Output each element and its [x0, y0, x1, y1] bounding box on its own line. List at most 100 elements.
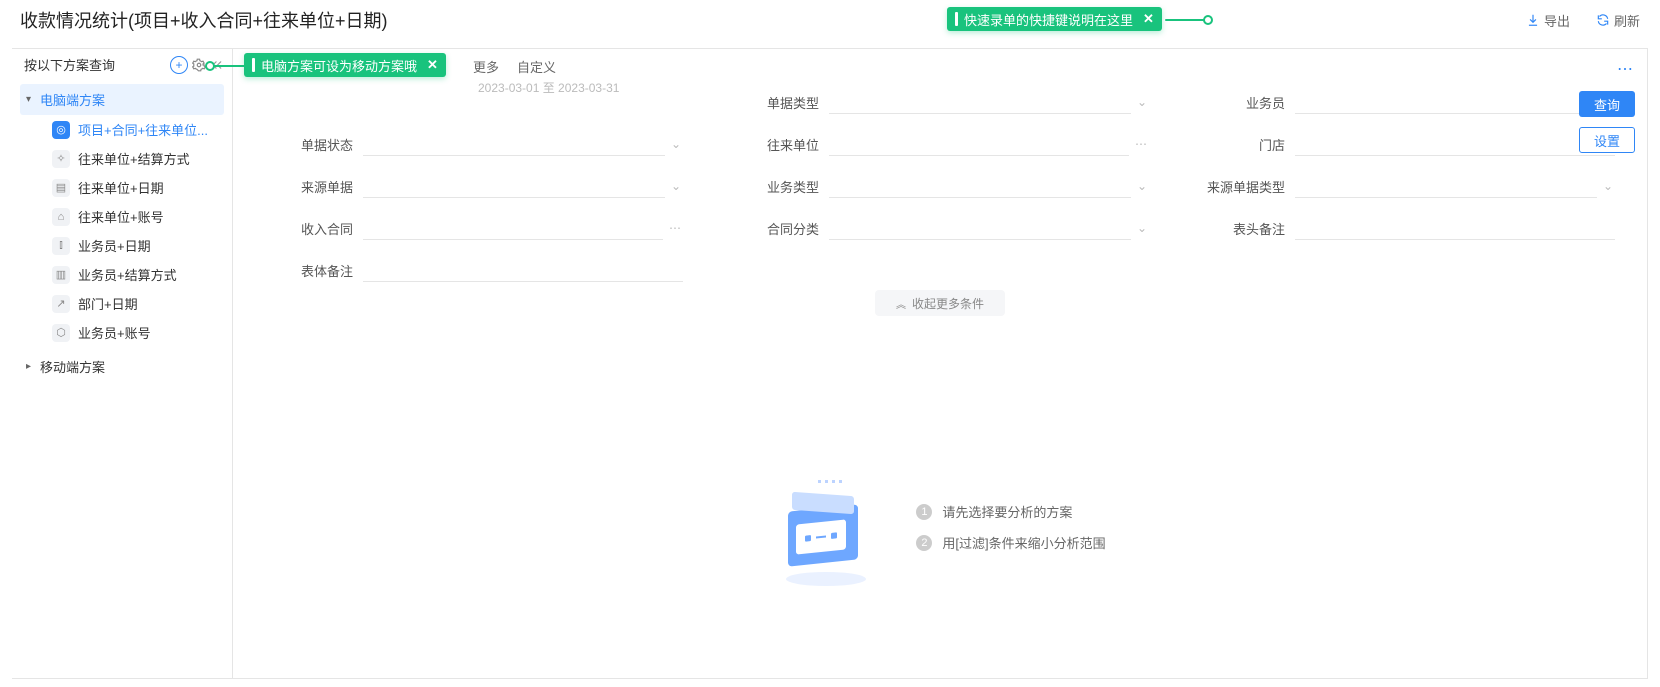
empty-state: 1 请先选择要分析的方案 2 用[过滤]条件来缩小分析范围 — [774, 472, 1105, 582]
sidebar-title: 按以下方案查询 — [24, 55, 115, 74]
filter-source-doc-type: 来源单据类型 ⌄ — [1197, 174, 1615, 198]
hint-accent-bar — [955, 12, 958, 26]
tree-item-2[interactable]: ▤ 往来单位+日期 — [20, 173, 224, 202]
filter-contract-class: 合同分类 ⌄ — [731, 216, 1149, 240]
hint-scheme-close-icon[interactable]: ✕ — [427, 57, 438, 73]
plus-icon: + — [175, 58, 182, 72]
hint-dot — [1203, 15, 1213, 25]
contract-class-input[interactable] — [829, 216, 1131, 240]
body-remark-input[interactable] — [363, 258, 683, 282]
filter-doc-status: 单据状态 ⌄ — [265, 132, 683, 156]
doc-status-input[interactable] — [363, 132, 665, 156]
target-icon: ◎ — [52, 121, 70, 139]
field-label: 单据类型 — [731, 93, 825, 112]
field-label: 表头备注 — [1197, 219, 1291, 238]
main: 更多 自定义 2023-03-01 至 2023-03-31 ⋯ 查询 设置 单… — [233, 48, 1648, 679]
salesperson-input[interactable] — [1295, 90, 1595, 114]
tree-item-3[interactable]: ⌂ 往来单位+账号 — [20, 202, 224, 231]
filter-income-contract: 收入合同 ⋯ — [265, 216, 683, 240]
hint-scheme-text: 电脑方案可设为移动方案哦 — [261, 56, 417, 75]
tree-group-label: 电脑端方案 — [40, 90, 105, 109]
field-label: 合同分类 — [731, 219, 825, 238]
page-title: 收款情况统计(项目+收入合同+往来单位+日期) — [20, 7, 388, 33]
tree-item-4[interactable]: ⫾ 业务员+日期 — [20, 231, 224, 260]
field-label: 往来单位 — [731, 135, 825, 154]
partner-input[interactable] — [829, 132, 1129, 156]
header-actions: 导出 刷新 — [1526, 11, 1640, 30]
tree-item-0[interactable]: ◎ 项目+合同+往来单位... — [20, 115, 224, 144]
export-icon — [1526, 13, 1540, 27]
more-icon[interactable]: ⋯ — [1617, 59, 1635, 79]
income-contract-input[interactable] — [363, 216, 663, 240]
grid-icon: ▥ — [52, 266, 70, 284]
empty-step-2: 2 用[过滤]条件来缩小分析范围 — [916, 533, 1105, 552]
source-doc-input[interactable] — [363, 174, 665, 198]
tab-custom[interactable]: 自定义 — [517, 57, 556, 76]
hint-shortcuts-close-icon[interactable]: ✕ — [1143, 11, 1154, 27]
collapse-filters-button[interactable]: ︽ 收起更多条件 — [875, 290, 1005, 316]
field-label: 收入合同 — [265, 219, 359, 238]
sidebar: 按以下方案查询 + ▾ 电脑端方案 ◎ 项目+合同+往来单位... — [12, 48, 233, 679]
tree-item-label: 往来单位+结算方式 — [78, 149, 190, 168]
biz-type-input[interactable] — [829, 174, 1131, 198]
more-dots-icon[interactable]: ⋯ — [667, 221, 683, 235]
tree-group-desktop[interactable]: ▾ 电脑端方案 — [20, 84, 224, 115]
filter-salesperson: 业务员 ⋯ — [1197, 90, 1615, 114]
filter-header-remark: 表头备注 — [1197, 216, 1615, 240]
settings-button[interactable]: 设置 — [1579, 127, 1635, 153]
field-label: 来源单据类型 — [1197, 177, 1291, 196]
sidebar-tree: ▾ 电脑端方案 ◎ 项目+合同+往来单位... ✧ 往来单位+结算方式 ▤ 往来… — [12, 80, 232, 386]
more-dots-icon[interactable]: ⋯ — [1133, 137, 1149, 151]
tab-more[interactable]: 更多 — [473, 57, 499, 76]
empty-steps: 1 请先选择要分析的方案 2 用[过滤]条件来缩小分析范围 — [916, 502, 1105, 552]
body: 按以下方案查询 + ▾ 电脑端方案 ◎ 项目+合同+往来单位... — [0, 40, 1660, 687]
filter-store: 门店 — [1197, 132, 1615, 156]
doc-type-input[interactable] — [829, 90, 1131, 114]
cube-icon: ⬡ — [52, 324, 70, 342]
tree-item-1[interactable]: ✧ 往来单位+结算方式 — [20, 144, 224, 173]
tree-item-label: 往来单位+日期 — [78, 178, 164, 197]
field-label: 业务员 — [1197, 93, 1291, 112]
chevron-right-icon: ▸ — [26, 361, 36, 372]
tree-item-5[interactable]: ▥ 业务员+结算方式 — [20, 260, 224, 289]
export-label: 导出 — [1544, 11, 1570, 30]
card-icon: ▤ — [52, 179, 70, 197]
hint-accent-bar — [252, 58, 255, 72]
field-label: 单据状态 — [265, 135, 359, 154]
chevron-down-icon[interactable]: ⌄ — [1601, 179, 1615, 193]
filters: 单据类型 ⌄ 业务员 ⋯ 单据状态 ⌄ 往来单位 — [233, 76, 1647, 290]
sparkle-icon — [818, 480, 842, 483]
page-header: 收款情况统计(项目+收入合同+往来单位+日期) 导出 刷新 快速录单的快捷键说明… — [0, 0, 1660, 40]
gear-icon[interactable] — [192, 58, 206, 72]
chevron-down-icon[interactable]: ⌄ — [669, 179, 683, 193]
tree-group-mobile[interactable]: ▸ 移动端方案 — [20, 351, 224, 382]
date-range-value: 2023-03-01 至 2023-03-31 — [478, 79, 619, 96]
refresh-button[interactable]: 刷新 — [1596, 11, 1640, 30]
tree-item-label: 业务员+账号 — [78, 323, 151, 342]
hint-connector — [1165, 19, 1205, 21]
export-button[interactable]: 导出 — [1526, 11, 1570, 30]
hint-dot — [205, 61, 215, 71]
chevron-down-icon[interactable]: ⌄ — [1135, 179, 1149, 193]
source-doc-type-input[interactable] — [1295, 174, 1597, 198]
tree-item-7[interactable]: ⬡ 业务员+账号 — [20, 318, 224, 347]
step-text: 请先选择要分析的方案 — [942, 502, 1072, 521]
tree-item-6[interactable]: ↗ 部门+日期 — [20, 289, 224, 318]
query-button[interactable]: 查询 — [1579, 91, 1635, 117]
trend-icon: ↗ — [52, 295, 70, 313]
add-scheme-button[interactable]: + — [170, 56, 188, 74]
field-label: 来源单据 — [265, 177, 359, 196]
chevron-down-icon[interactable]: ⌄ — [669, 137, 683, 151]
filter-doc-type: 单据类型 ⌄ — [731, 90, 1149, 114]
sparkle-icon: ✧ — [52, 150, 70, 168]
refresh-label: 刷新 — [1614, 11, 1640, 30]
store-input[interactable] — [1295, 132, 1615, 156]
hint-shortcuts: 快速录单的快捷键说明在这里 ✕ — [947, 7, 1162, 31]
hint-shortcuts-text: 快速录单的快捷键说明在这里 — [964, 10, 1133, 29]
header-remark-input[interactable] — [1295, 216, 1615, 240]
filter-source-doc: 来源单据 ⌄ — [265, 174, 683, 198]
chevron-down-icon[interactable]: ⌄ — [1135, 95, 1149, 109]
chevron-down-icon[interactable]: ⌄ — [1135, 221, 1149, 235]
empty-illustration — [774, 472, 884, 582]
filter-biz-type: 业务类型 ⌄ — [731, 174, 1149, 198]
